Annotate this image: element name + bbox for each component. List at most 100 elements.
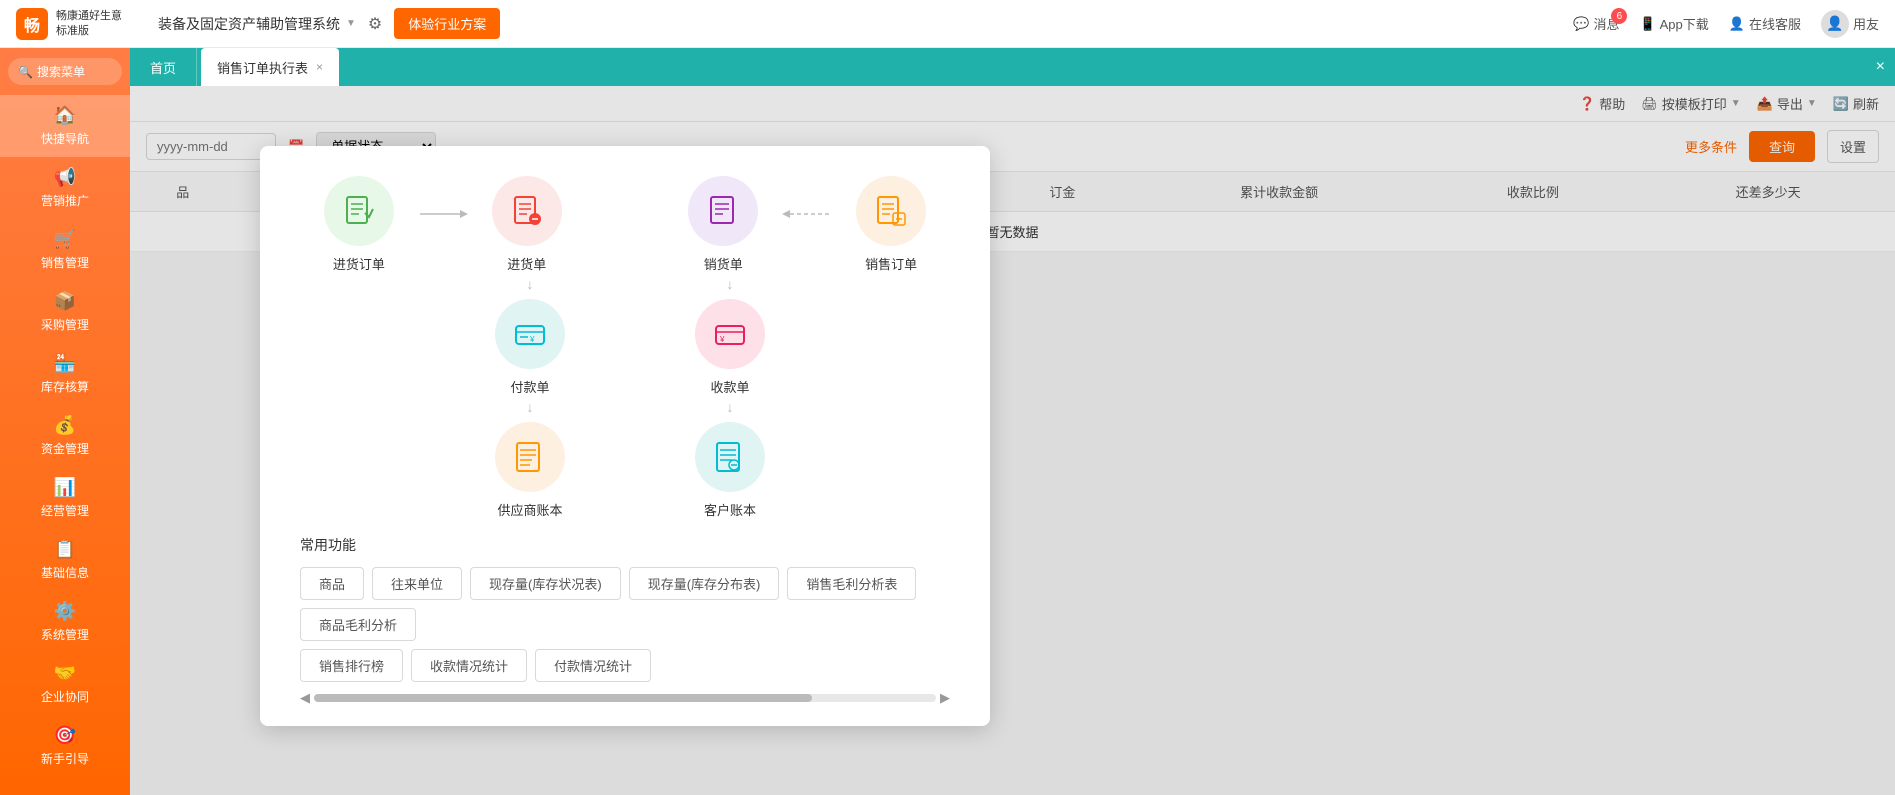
enterprise-icon: 🤝	[54, 663, 76, 684]
flow-node-purchase-order: 进货订单	[300, 176, 418, 273]
phone-icon: 📱	[1639, 16, 1655, 32]
func-btn-product[interactable]: 商品	[300, 567, 364, 600]
function-buttons-row2: 销售排行榜 收款情况统计 付款情况统计	[300, 649, 950, 682]
main-content: ❓ 帮助 🖨 按模板打印 ▼ 📤 导出 ▼	[130, 86, 1895, 795]
sidebar-item-label: 库存核算	[41, 378, 89, 395]
func-btn-stock-dist[interactable]: 现存量(库存分布表)	[629, 567, 780, 600]
sidebar-search-area: 🔍 搜索菜单	[0, 48, 130, 95]
sidebar-item-operations[interactable]: 📊 经营管理	[0, 467, 130, 529]
purchase-icon: 📦	[54, 291, 76, 312]
scrollbar-thumb[interactable]	[314, 694, 812, 702]
sidebar-item-system[interactable]: ⚙️ 系统管理	[0, 591, 130, 653]
top-bar: 畅 畅康通好生意 标准版 装备及固定资产辅助管理系统 ▼ ⚙ 体验行业方案 💬 …	[0, 0, 1895, 48]
func-btn-product-margin[interactable]: 商品毛利分析	[300, 608, 416, 641]
sales-order-label: 销售订单	[865, 254, 917, 273]
tab-bar: 首页 销售订单执行表 × ×	[130, 48, 1895, 86]
flow-node-sales-order: 销售订单	[832, 176, 950, 273]
message-icon: 💬	[1573, 16, 1589, 32]
message-badge: 6	[1611, 8, 1627, 24]
sidebar-item-label: 销售管理	[41, 254, 89, 271]
func-btn-sales-analysis[interactable]: 销售毛利分析表	[787, 567, 916, 600]
sidebar-item-label: 经营管理	[41, 502, 89, 519]
purchase-order-label: 进货订单	[333, 254, 385, 273]
settings-icon[interactable]: ⚙	[368, 14, 382, 34]
flow-node-purchase-bill: 进货单	[468, 176, 586, 273]
home-icon: 🏠	[54, 105, 76, 126]
finance-icon: 💰	[54, 415, 76, 436]
scroll-right-arrow[interactable]: ▶	[940, 690, 950, 706]
system-icon: ⚙️	[54, 601, 76, 622]
search-menu-button[interactable]: 🔍 搜索菜单	[8, 58, 122, 85]
sidebar-item-label: 基础信息	[41, 564, 89, 581]
popup-scrollbar-container: ◀ ▶	[300, 690, 950, 706]
func-btn-receipt-stats[interactable]: 收款情况统计	[411, 649, 527, 682]
sidebar-item-label: 系统管理	[41, 626, 89, 643]
system-dropdown-icon[interactable]: ▼	[346, 18, 356, 29]
common-functions-title: 常用功能	[300, 535, 950, 555]
sidebar-item-quick-nav[interactable]: 🏠 快捷导航	[0, 95, 130, 157]
sidebar-item-purchase[interactable]: 📦 采购管理	[0, 281, 130, 343]
sidebar-item-label: 营销推广	[41, 192, 89, 209]
avatar: 👤	[1821, 10, 1849, 38]
sidebar-item-enterprise[interactable]: 🤝 企业协同	[0, 653, 130, 715]
sales-bill-label: 销货单	[704, 254, 743, 273]
sidebar-item-label: 企业协同	[41, 688, 89, 705]
supplier-account-label: 供应商账本	[497, 500, 562, 519]
sales-icon: 🛒	[54, 229, 76, 250]
function-buttons: 商品 往来单位 现存量(库存状况表) 现存量(库存分布表) 销售毛利分析表 商品…	[300, 567, 950, 641]
flow-diagram: 进货订单	[300, 176, 950, 519]
base-info-icon: 📋	[54, 539, 76, 560]
func-btn-stock-status[interactable]: 现存量(库存状况表)	[470, 567, 621, 600]
tab-sales-order[interactable]: 销售订单执行表 ×	[201, 48, 339, 86]
scroll-left-arrow[interactable]: ◀	[300, 690, 310, 706]
sidebar-item-base-info[interactable]: 📋 基础信息	[0, 529, 130, 591]
common-functions: 常用功能 商品 往来单位 现存量(库存状况表) 现存量(库存分布表) 销售毛利分…	[300, 535, 950, 682]
marketing-icon: 📢	[54, 167, 76, 188]
purchase-order-icon	[324, 176, 394, 246]
sales-bill-icon	[688, 176, 758, 246]
func-btn-counterpart[interactable]: 往来单位	[372, 567, 462, 600]
popup-box: 进货订单	[260, 146, 990, 726]
sidebar-item-marketing[interactable]: 📢 营销推广	[0, 157, 130, 219]
logo-text: 畅康通好生意 标准版	[56, 9, 122, 38]
sales-order-icon	[856, 176, 926, 246]
purchase-bill-label: 进货单	[507, 254, 546, 273]
sidebar-item-label: 快捷导航	[41, 130, 89, 147]
search-icon: 🔍	[18, 65, 33, 79]
popup-overlay[interactable]: 进货订单	[130, 86, 1895, 795]
tab-close-button[interactable]: ×	[316, 60, 323, 74]
system-title: 装备及固定资产辅助管理系统 ▼	[158, 14, 356, 34]
top-right-actions: 💬 消息 6 📱 App下载 👤 在线客服 👤 用友	[1573, 10, 1879, 38]
tab-home[interactable]: 首页	[130, 48, 197, 86]
trial-button[interactable]: 体验行业方案	[394, 8, 500, 39]
flow-node-sales-bill: 销货单	[664, 176, 782, 273]
sidebar-item-label: 采购管理	[41, 316, 89, 333]
tab-close-all-button[interactable]: ×	[1876, 58, 1885, 76]
app-download-button[interactable]: 📱 App下载	[1639, 14, 1708, 33]
customer-account-label: 客户账本	[704, 500, 756, 519]
func-btn-sales-rank[interactable]: 销售排行榜	[300, 649, 403, 682]
sidebar-item-inventory[interactable]: 🏪 库存核算	[0, 343, 130, 405]
operations-icon: 📊	[54, 477, 76, 498]
purchase-bill-icon	[492, 176, 562, 246]
logo-icon: 畅	[16, 8, 48, 40]
sidebar: 🔍 搜索菜单 🏠 快捷导航 📢 营销推广 🛒 销售管理 📦 采购管理	[0, 48, 130, 795]
payment-bill-icon: ¥	[495, 299, 565, 369]
app-container: 畅 畅康通好生意 标准版 装备及固定资产辅助管理系统 ▼ ⚙ 体验行业方案 💬 …	[0, 0, 1895, 795]
svg-text:¥: ¥	[529, 335, 535, 344]
customer-account-icon	[695, 422, 765, 492]
newcomer-icon: 🎯	[54, 725, 76, 746]
content-area: 首页 销售订单执行表 × × ❓ 帮助 🖨	[130, 48, 1895, 795]
logo-area: 畅 畅康通好生意 标准版	[16, 8, 146, 40]
inventory-icon: 🏪	[54, 353, 76, 374]
sidebar-item-sales[interactable]: 🛒 销售管理	[0, 219, 130, 281]
payment-bill-label: 付款单	[510, 377, 549, 396]
func-btn-payment-stats[interactable]: 付款情况统计	[535, 649, 651, 682]
online-service-button[interactable]: 👤 在线客服	[1729, 14, 1801, 33]
user-menu[interactable]: 👤 用友	[1821, 10, 1879, 38]
sidebar-item-newcomer[interactable]: 🎯 新手引导	[0, 715, 130, 777]
message-button[interactable]: 💬 消息 6	[1573, 14, 1619, 33]
sidebar-item-finance[interactable]: 💰 资金管理	[0, 405, 130, 467]
supplier-account-icon	[495, 422, 565, 492]
svg-text:¥: ¥	[719, 335, 725, 344]
